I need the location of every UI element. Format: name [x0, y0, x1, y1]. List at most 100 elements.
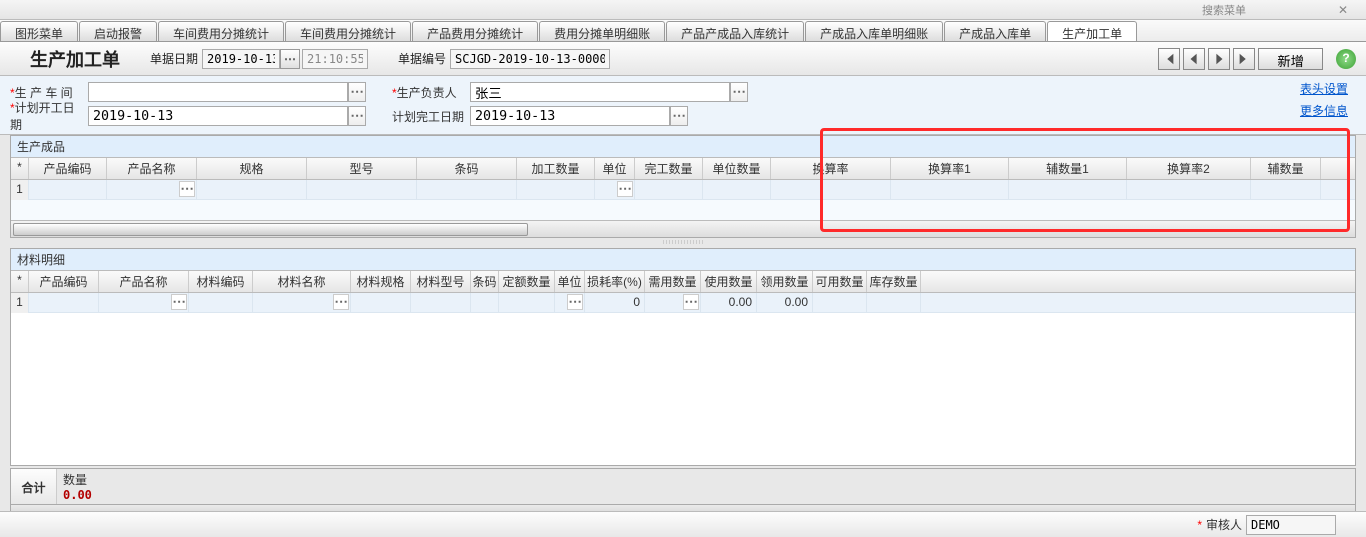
- product-cell[interactable]: [1009, 180, 1127, 200]
- product-cell[interactable]: 1: [11, 180, 29, 200]
- plan-start-picker-button[interactable]: ⋯: [348, 106, 366, 126]
- material-cell[interactable]: [867, 293, 921, 313]
- tab-2[interactable]: 车间费用分摊统计: [158, 21, 284, 41]
- tab-0[interactable]: 图形菜单: [0, 21, 78, 41]
- product-col-header[interactable]: 换算率: [771, 158, 891, 179]
- material-col-header[interactable]: 产品名称: [99, 271, 189, 292]
- material-col-header[interactable]: 可用数量: [813, 271, 867, 292]
- product-col-header[interactable]: 规格: [197, 158, 307, 179]
- last-record-button[interactable]: [1233, 48, 1255, 70]
- material-col-header[interactable]: *: [11, 271, 29, 292]
- owner-picker-button[interactable]: ⋯: [730, 82, 748, 102]
- material-cell[interactable]: [29, 293, 99, 313]
- material-col-header[interactable]: 单位: [555, 271, 585, 292]
- splitter[interactable]: [0, 240, 1366, 246]
- material-grid-row[interactable]: 1⋯⋯⋯0⋯0.000.00: [11, 293, 1355, 313]
- product-cell[interactable]: ⋯: [595, 180, 635, 200]
- help-icon[interactable]: ?: [1336, 49, 1356, 69]
- plan-end-input[interactable]: [470, 106, 670, 126]
- first-record-button[interactable]: [1158, 48, 1180, 70]
- scrollbar-thumb[interactable]: [13, 223, 528, 236]
- material-col-header[interactable]: 定额数量: [499, 271, 555, 292]
- date-picker-button[interactable]: ⋯: [280, 49, 300, 69]
- material-cell[interactable]: ⋯: [99, 293, 189, 313]
- owner-input[interactable]: [470, 82, 730, 102]
- bill-date-input[interactable]: [202, 49, 280, 69]
- product-cell[interactable]: [517, 180, 595, 200]
- bill-no-input[interactable]: [450, 49, 610, 69]
- product-col-header[interactable]: 产品名称: [107, 158, 197, 179]
- product-cell[interactable]: [29, 180, 107, 200]
- material-cell[interactable]: 0.00: [757, 293, 813, 313]
- material-cell[interactable]: ⋯: [555, 293, 585, 313]
- material-cell[interactable]: [411, 293, 471, 313]
- product-cell[interactable]: [891, 180, 1009, 200]
- product-col-header[interactable]: 单位: [595, 158, 635, 179]
- product-cell[interactable]: [703, 180, 771, 200]
- material-cell[interactable]: [189, 293, 253, 313]
- plan-end-picker-button[interactable]: ⋯: [670, 106, 688, 126]
- cell-picker-button[interactable]: ⋯: [171, 294, 187, 310]
- tab-5[interactable]: 费用分摊单明细账: [539, 21, 665, 41]
- cell-picker-button[interactable]: ⋯: [683, 294, 699, 310]
- product-col-header[interactable]: 单位数量: [703, 158, 771, 179]
- material-cell[interactable]: 1: [11, 293, 29, 313]
- add-button[interactable]: 新增: [1258, 48, 1323, 70]
- cell-picker-button[interactable]: ⋯: [333, 294, 349, 310]
- material-col-header[interactable]: 条码: [471, 271, 499, 292]
- cell-picker-button[interactable]: ⋯: [179, 181, 195, 197]
- close-icon[interactable]: ✕: [1338, 3, 1352, 17]
- product-col-header[interactable]: 条码: [417, 158, 517, 179]
- material-cell[interactable]: [499, 293, 555, 313]
- cell-picker-button[interactable]: ⋯: [567, 294, 583, 310]
- material-cell[interactable]: ⋯: [253, 293, 351, 313]
- material-col-header[interactable]: 材料型号: [411, 271, 471, 292]
- more-info-link[interactable]: 更多信息: [1300, 102, 1348, 119]
- product-cell[interactable]: [1127, 180, 1251, 200]
- material-col-header[interactable]: 材料名称: [253, 271, 351, 292]
- product-col-header[interactable]: 辅数量: [1251, 158, 1321, 179]
- product-cell[interactable]: [771, 180, 891, 200]
- material-col-header[interactable]: 领用数量: [757, 271, 813, 292]
- material-cell[interactable]: 0.00: [701, 293, 757, 313]
- product-col-header[interactable]: 加工数量: [517, 158, 595, 179]
- product-col-header[interactable]: 换算率1: [891, 158, 1009, 179]
- product-col-header[interactable]: 型号: [307, 158, 417, 179]
- product-cell[interactable]: [197, 180, 307, 200]
- product-col-header[interactable]: 产品编码: [29, 158, 107, 179]
- auditor-input[interactable]: [1246, 515, 1336, 535]
- material-cell[interactable]: [351, 293, 411, 313]
- material-col-header[interactable]: 材料规格: [351, 271, 411, 292]
- product-cell[interactable]: [1251, 180, 1321, 200]
- product-col-header[interactable]: 换算率2: [1127, 158, 1251, 179]
- material-col-header[interactable]: 产品编码: [29, 271, 99, 292]
- material-col-header[interactable]: 使用数量: [701, 271, 757, 292]
- material-cell[interactable]: [813, 293, 867, 313]
- next-record-button[interactable]: [1208, 48, 1230, 70]
- material-col-header[interactable]: 库存数量: [867, 271, 921, 292]
- material-col-header[interactable]: 材料编码: [189, 271, 253, 292]
- product-grid-hscroll[interactable]: [11, 220, 1355, 237]
- tab-4[interactable]: 产品费用分摊统计: [412, 21, 538, 41]
- product-cell[interactable]: ⋯: [107, 180, 197, 200]
- product-cell[interactable]: [417, 180, 517, 200]
- material-col-header[interactable]: 损耗率(%): [585, 271, 645, 292]
- product-cell[interactable]: [307, 180, 417, 200]
- product-col-header[interactable]: 完工数量: [635, 158, 703, 179]
- product-cell[interactable]: [635, 180, 703, 200]
- material-cell[interactable]: [471, 293, 499, 313]
- tab-3[interactable]: 车间费用分摊统计: [285, 21, 411, 41]
- workshop-input[interactable]: [88, 82, 348, 102]
- plan-start-input[interactable]: [88, 106, 348, 126]
- tab-7[interactable]: 产成品入库单明细账: [805, 21, 943, 41]
- header-settings-link[interactable]: 表头设置: [1300, 80, 1348, 97]
- bill-time-input[interactable]: [302, 49, 368, 69]
- product-col-header[interactable]: *: [11, 158, 29, 179]
- product-grid-row[interactable]: 1 ⋯ ⋯: [11, 180, 1355, 200]
- tab-1[interactable]: 启动报警: [79, 21, 157, 41]
- material-cell[interactable]: 0: [585, 293, 645, 313]
- cell-picker-button[interactable]: ⋯: [617, 181, 633, 197]
- tab-8[interactable]: 产成品入库单: [944, 21, 1046, 41]
- tab-9[interactable]: 生产加工单: [1047, 21, 1137, 41]
- material-col-header[interactable]: 需用数量: [645, 271, 701, 292]
